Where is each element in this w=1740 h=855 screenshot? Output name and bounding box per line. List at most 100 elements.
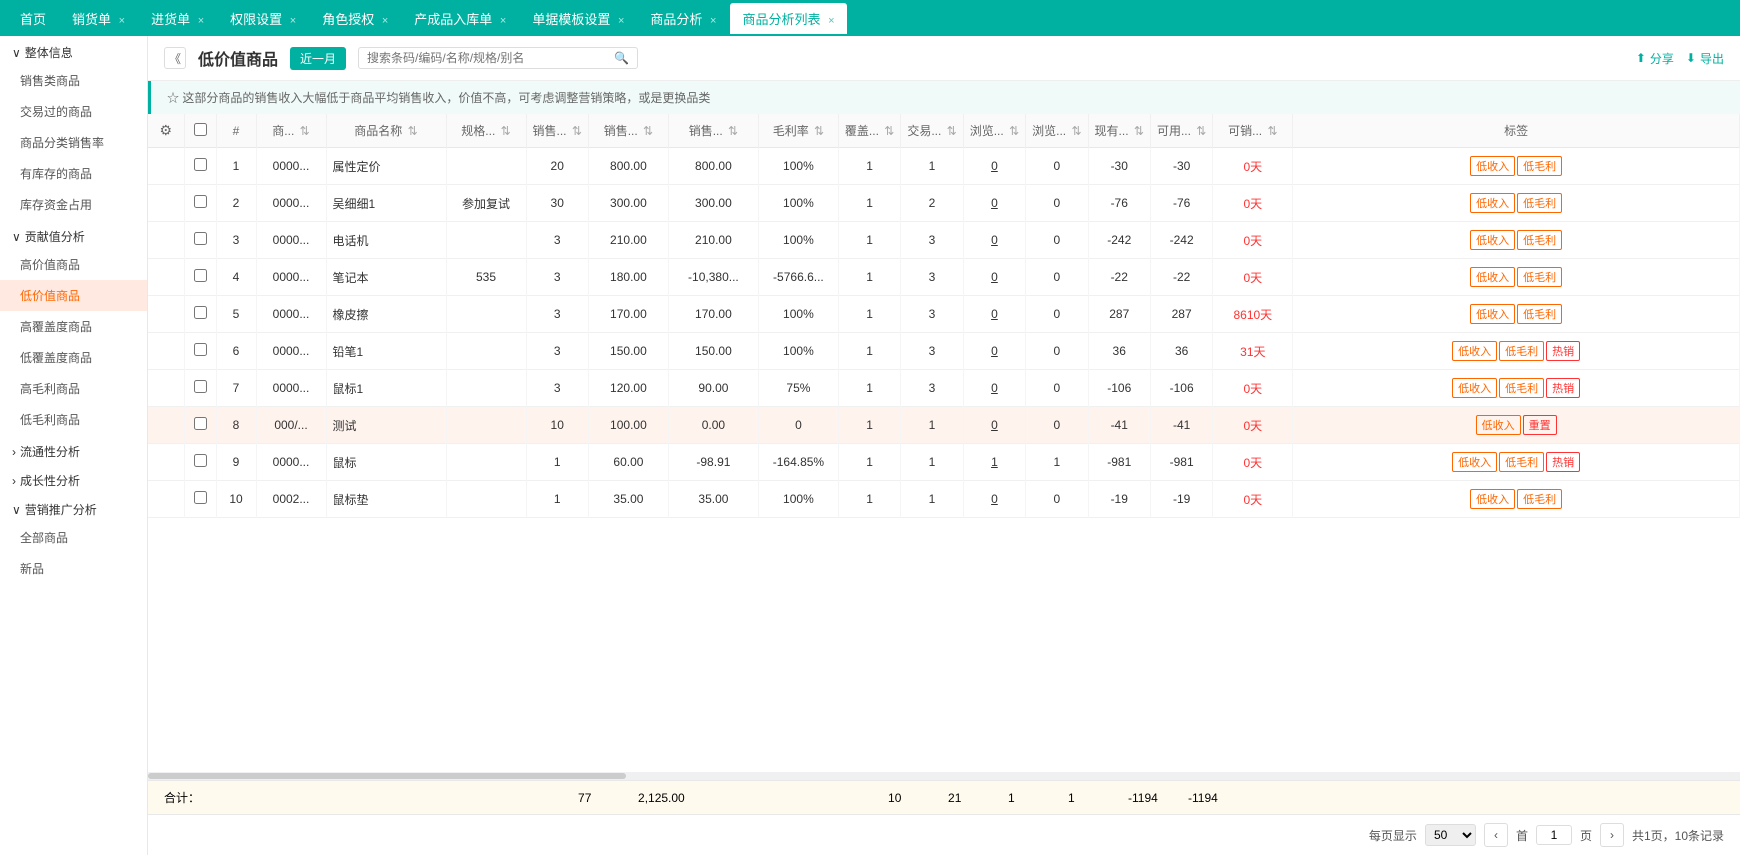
- nav-template[interactable]: 单据模板设置 ×: [520, 3, 636, 34]
- sidebar-group-marketing[interactable]: ∨ 营销推广分析: [0, 493, 147, 522]
- row-checkbox[interactable]: [194, 195, 207, 208]
- view1-cell[interactable]: 0: [963, 296, 1025, 333]
- time-filter-button[interactable]: 近一月: [290, 47, 346, 70]
- sidebar-item-category-sales[interactable]: 商品分类销售率: [0, 127, 147, 158]
- sidebar-group-growth[interactable]: › 成长性分析: [0, 464, 147, 493]
- gross-rate-col-header[interactable]: 毛利率 ⇅: [758, 114, 838, 148]
- row-checkbox[interactable]: [194, 380, 207, 393]
- nav-product-in[interactable]: 产成品入库单 ×: [402, 3, 518, 34]
- sidebar-item-low-value[interactable]: 低价值商品: [0, 280, 147, 311]
- prev-page-button[interactable]: ‹: [1484, 823, 1508, 847]
- sale-amount-cell: 60.00: [588, 444, 668, 481]
- sidebar-item-all-goods[interactable]: 全部商品: [0, 522, 147, 553]
- sidebar-group-contribution[interactable]: ∨ 贡献值分析: [0, 220, 147, 249]
- page-number-input[interactable]: [1536, 825, 1572, 845]
- sidebar-item-new-goods[interactable]: 新品: [0, 553, 147, 584]
- view1-cell[interactable]: 0: [963, 185, 1025, 222]
- checkbox-col[interactable]: [184, 114, 216, 148]
- sidebar-item-low-margin[interactable]: 低毛利商品: [0, 404, 147, 435]
- sale-amount-col-header[interactable]: 销售... ⇅: [588, 114, 668, 148]
- row-checkbox[interactable]: [194, 269, 207, 282]
- spec-col-header[interactable]: 规格... ⇅: [446, 114, 526, 148]
- spec-cell: [446, 222, 526, 259]
- usable-cell: -242: [1150, 222, 1212, 259]
- view1-cell[interactable]: 0: [963, 481, 1025, 518]
- tag-低收入: 低收入: [1470, 267, 1515, 287]
- sidebar-item-high-value[interactable]: 高价值商品: [0, 249, 147, 280]
- salable-col-header[interactable]: 可销... ⇅: [1213, 114, 1293, 148]
- checkbox-cell[interactable]: [184, 444, 216, 481]
- checkbox-cell[interactable]: [184, 481, 216, 518]
- view1-cell[interactable]: 0: [963, 407, 1025, 444]
- table-container: ⚙ # 商... ⇅ 商品名称 ⇅ 规格... ⇅ 销售... ⇅ 销售... …: [148, 114, 1740, 772]
- sidebar-group-overall[interactable]: ∨ 整体信息: [0, 36, 147, 65]
- nav-purchase[interactable]: 进货单 ×: [139, 3, 216, 34]
- checkbox-cell[interactable]: [184, 185, 216, 222]
- table-body: 1 0000... 属性定价 20 800.00 800.00 100% 1 1…: [148, 148, 1740, 518]
- row-checkbox[interactable]: [194, 491, 207, 504]
- sidebar-group-flow[interactable]: › 流通性分析: [0, 435, 147, 464]
- row-checkbox[interactable]: [194, 454, 207, 467]
- coverage-cell: 1: [838, 296, 900, 333]
- settings-col[interactable]: ⚙: [148, 114, 184, 148]
- nav-home[interactable]: 首页: [8, 3, 58, 34]
- sidebar-item-stock-funds[interactable]: 库存资金占用: [0, 189, 147, 220]
- checkbox-cell[interactable]: [184, 296, 216, 333]
- row-checkbox[interactable]: [194, 417, 207, 430]
- sidebar-item-high-coverage[interactable]: 高覆盖度商品: [0, 311, 147, 342]
- search-input[interactable]: [367, 51, 608, 65]
- checkbox-cell[interactable]: [184, 259, 216, 296]
- search-icon[interactable]: 🔍: [614, 51, 629, 65]
- table-row: 5 0000... 橡皮擦 3 170.00 170.00 100% 1 3 0…: [148, 296, 1740, 333]
- row-checkbox[interactable]: [194, 343, 207, 356]
- view1-cell[interactable]: 0: [963, 148, 1025, 185]
- nav-goods-list[interactable]: 商品分析列表 ×: [730, 3, 846, 34]
- scroll-track[interactable]: [148, 772, 1740, 780]
- current-col-header[interactable]: 现有... ⇅: [1088, 114, 1150, 148]
- nav-goods-analysis[interactable]: 商品分析 ×: [638, 3, 728, 34]
- checkbox-cell[interactable]: [184, 370, 216, 407]
- view1-cell[interactable]: 0: [963, 370, 1025, 407]
- checkbox-cell[interactable]: [184, 333, 216, 370]
- export-button[interactable]: ⬇ 导出: [1686, 50, 1724, 67]
- coverage-col-header[interactable]: 覆盖... ⇅: [838, 114, 900, 148]
- checkbox-cell[interactable]: [184, 407, 216, 444]
- page-suffix: 页: [1580, 827, 1592, 844]
- collapse-sidebar-button[interactable]: 《: [164, 47, 186, 69]
- checkbox-cell[interactable]: [184, 222, 216, 259]
- sidebar-item-traded-goods[interactable]: 交易过的商品: [0, 96, 147, 127]
- sidebar-item-low-coverage[interactable]: 低覆盖度商品: [0, 342, 147, 373]
- row-checkbox[interactable]: [194, 158, 207, 171]
- code-col-header[interactable]: 商... ⇅: [256, 114, 326, 148]
- tag-低收入: 低收入: [1470, 156, 1515, 176]
- sidebar-item-stock-goods[interactable]: 有库存的商品: [0, 158, 147, 189]
- sidebar-item-sales-goods[interactable]: 销售类商品: [0, 65, 147, 96]
- code-cell: 0002...: [256, 481, 326, 518]
- view1-cell[interactable]: 0: [963, 222, 1025, 259]
- sale-qty-col-header[interactable]: 销售... ⇅: [526, 114, 588, 148]
- sale-amount-cell: 120.00: [588, 370, 668, 407]
- select-all-checkbox[interactable]: [194, 123, 207, 136]
- sidebar-item-high-margin[interactable]: 高毛利商品: [0, 373, 147, 404]
- gross-rate-cell: 100%: [758, 481, 838, 518]
- name-col-header[interactable]: 商品名称 ⇅: [326, 114, 446, 148]
- nav-role-auth[interactable]: 角色授权 ×: [310, 3, 400, 34]
- view1-cell[interactable]: 0: [963, 333, 1025, 370]
- nav-sales[interactable]: 销货单 ×: [60, 3, 137, 34]
- checkbox-cell[interactable]: [184, 148, 216, 185]
- next-page-button[interactable]: ›: [1600, 823, 1624, 847]
- scroll-thumb[interactable]: [148, 773, 626, 779]
- view1-col-header[interactable]: 浏览... ⇅: [963, 114, 1025, 148]
- nav-permissions[interactable]: 权限设置 ×: [218, 3, 308, 34]
- row-checkbox[interactable]: [194, 306, 207, 319]
- sale-profit-col-header[interactable]: 销售... ⇅: [668, 114, 758, 148]
- view2-col-header[interactable]: 浏览... ⇅: [1026, 114, 1088, 148]
- usable-col-header[interactable]: 可用... ⇅: [1150, 114, 1212, 148]
- view1-cell[interactable]: 0: [963, 259, 1025, 296]
- main-table: ⚙ # 商... ⇅ 商品名称 ⇅ 规格... ⇅ 销售... ⇅ 销售... …: [148, 114, 1740, 518]
- row-checkbox[interactable]: [194, 232, 207, 245]
- trade-col-header[interactable]: 交易... ⇅: [901, 114, 963, 148]
- share-button[interactable]: ⬆ 分享: [1636, 50, 1674, 67]
- page-size-select[interactable]: 50 100: [1425, 824, 1476, 846]
- view1-cell[interactable]: 1: [963, 444, 1025, 481]
